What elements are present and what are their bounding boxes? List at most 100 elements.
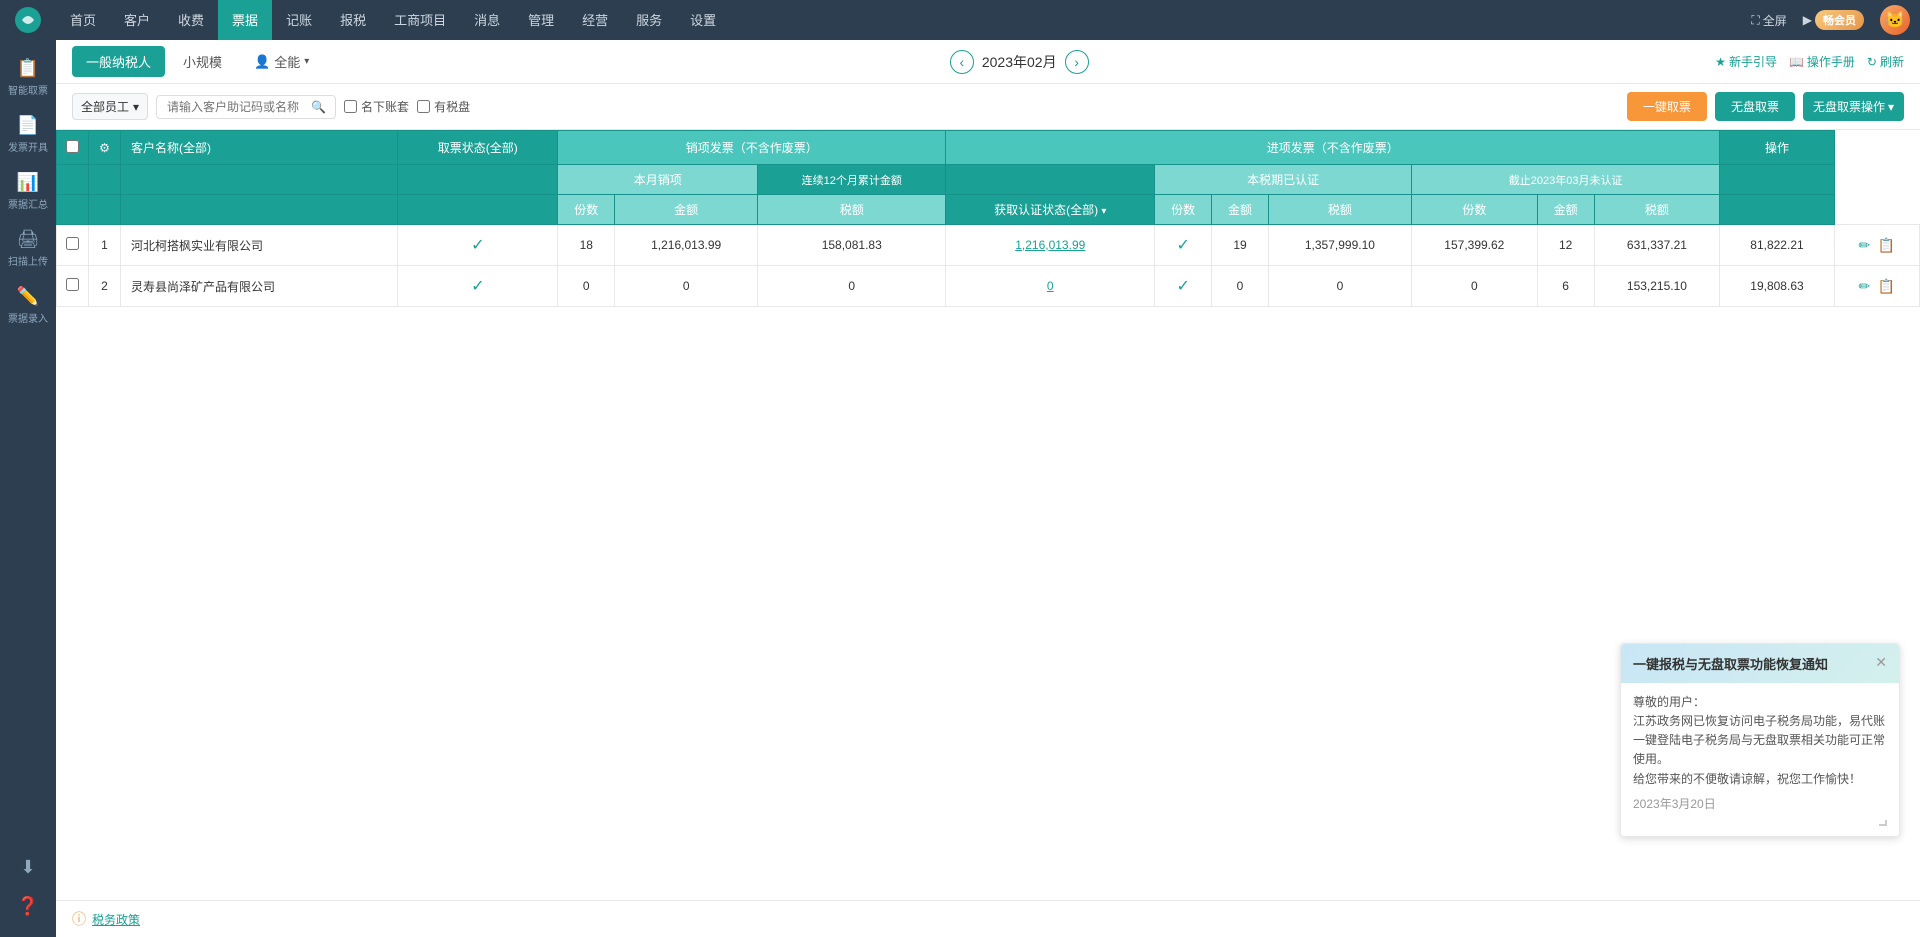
row-checkbox-2[interactable]: [66, 278, 79, 291]
th-action: 操作: [1720, 131, 1834, 165]
refresh-btn[interactable]: ↻ 刷新: [1867, 53, 1904, 70]
nav-service[interactable]: 服务: [622, 0, 676, 40]
guide-btn[interactable]: ★ 新手引导: [1715, 53, 1777, 70]
sidebar-item-smart-fetch[interactable]: 📋 智能取票: [2, 50, 54, 105]
nav-customer[interactable]: 客户: [110, 0, 164, 40]
invoice-summary-icon: 📊: [17, 172, 39, 193]
th-r3-3: [121, 195, 398, 225]
td-purchase-cert-amount-2: 0: [1268, 266, 1411, 307]
th-purchase-group: 进项发票（不含作废票）: [946, 131, 1720, 165]
edit-btn-1[interactable]: ✏: [1859, 237, 1871, 253]
toolbar: 全部员工 ▾ 🔍 名下账套 有税盘 一键取票 无盘取票 无盘取票操作 ▾: [56, 84, 1920, 130]
settings-icon[interactable]: ⚙: [99, 141, 110, 155]
th-r2-3: [121, 165, 398, 195]
table-row: 2 灵寿县尚泽矿产品有限公司 ✓ 0 0 0 0 ✓ 0 0 0 6 153,2…: [57, 266, 1920, 307]
th-r2-4: [398, 165, 558, 195]
view-btn-1[interactable]: 📋: [1878, 237, 1895, 253]
checkbox-account[interactable]: [344, 100, 357, 113]
nav-fee[interactable]: 收费: [164, 0, 218, 40]
fullscreen-btn[interactable]: ⛶ 全屏: [1751, 12, 1786, 29]
search-icon[interactable]: 🔍: [311, 100, 326, 114]
next-month-btn[interactable]: ›: [1065, 50, 1089, 74]
th-sales-tax: 税额: [758, 195, 946, 225]
th-cert-status-col: 获取认证状态(全部) ▾: [946, 195, 1155, 225]
nav-business[interactable]: 工商项目: [380, 0, 460, 40]
notification-title: 一键报税与无盘取票功能恢复通知: [1633, 654, 1828, 673]
checkbox-label-taxdisk[interactable]: 有税盘: [417, 98, 470, 115]
sidebar-item-invoice-entry[interactable]: ✏️ 票据录入: [2, 278, 54, 333]
sidebar-item-download[interactable]: ⬇: [2, 849, 54, 886]
notification-content: 尊敬的用户： 江苏政务网已恢复访问电子税务局功能，易代账一键登陆电子税务局与无盘…: [1633, 693, 1887, 789]
th-checkbox: [57, 131, 89, 165]
tab-general-taxpayer[interactable]: 一般纳税人: [72, 46, 165, 77]
chevron-down-icon: ▾: [1888, 100, 1894, 114]
th-r3-action: [1720, 195, 1834, 225]
employee-select[interactable]: 全部员工 ▾: [72, 93, 148, 120]
sidebar-item-scan-upload[interactable]: 🖨 扫描上传: [2, 221, 54, 276]
filter-icon[interactable]: ▾: [1101, 206, 1106, 217]
invoice-issue-icon: 📄: [17, 115, 39, 136]
sidebar-item-help[interactable]: ❓: [2, 888, 54, 925]
cumulative-link-1[interactable]: 1,216,013.99: [1015, 238, 1085, 252]
td-cumulative-2: 0: [946, 266, 1155, 307]
notification-header: 一键报税与无盘取票功能恢复通知 ✕: [1621, 644, 1899, 683]
no-disk-fetch-btn[interactable]: 无盘取票: [1715, 92, 1795, 121]
sidebar-item-invoice-issue[interactable]: 📄 发票开具: [2, 107, 54, 162]
status-icon-1: ✓: [471, 237, 484, 254]
nav-settings[interactable]: 设置: [676, 0, 730, 40]
view-btn-2[interactable]: 📋: [1878, 278, 1895, 294]
month-navigation: ‹ 2023年02月 ›: [950, 50, 1089, 74]
td-cumulative-1: 1,216,013.99: [946, 225, 1155, 266]
td-action-2: ✏ 📋: [1834, 266, 1919, 307]
td-checkbox-1: [57, 225, 89, 266]
search-input[interactable]: [167, 100, 307, 114]
td-purchase-uncert-amount-1: 631,337.21: [1594, 225, 1720, 266]
th-cumulative: 连续12个月累计金额: [758, 165, 946, 195]
th-purchase-cert-tax: 税额: [1268, 195, 1411, 225]
one-click-fetch-btn[interactable]: 一键取票: [1627, 92, 1707, 121]
th-purchase-cert-amount: 金额: [1212, 195, 1269, 225]
checkbox-taxdisk[interactable]: [417, 100, 430, 113]
manual-btn[interactable]: 📖 操作手册: [1789, 53, 1855, 70]
th-purchase-uncert-tax: 税额: [1594, 195, 1720, 225]
notification-body: 尊敬的用户： 江苏政务网已恢复访问电子税务局功能，易代账一键登陆电子税务局与无盘…: [1621, 683, 1899, 836]
td-no-2: 2: [89, 266, 121, 307]
cert-status-icon-1: ✓: [1176, 237, 1189, 254]
cumulative-link-2[interactable]: 0: [1047, 279, 1054, 293]
month-label: 2023年02月: [982, 52, 1057, 72]
avatar[interactable]: 🐱: [1880, 5, 1910, 35]
td-cert-status-1: ✓: [1155, 225, 1212, 266]
logo[interactable]: [10, 2, 46, 38]
nav-operation[interactable]: 经营: [568, 0, 622, 40]
nav-manage[interactable]: 管理: [514, 0, 568, 40]
td-name-2: 灵寿县尚泽矿产品有限公司: [121, 266, 398, 307]
nav-tax[interactable]: 报税: [326, 0, 380, 40]
tax-policy-link[interactable]: 税务政策: [92, 911, 140, 928]
select-all-checkbox[interactable]: [66, 140, 79, 153]
nav-invoice[interactable]: 票据: [218, 0, 272, 40]
scroll-down-indicator[interactable]: [1879, 820, 1887, 826]
no-disk-fetch-dropdown-btn[interactable]: 无盘取票操作 ▾: [1803, 92, 1904, 121]
notification-close-btn[interactable]: ✕: [1875, 654, 1887, 671]
edit-btn-2[interactable]: ✏: [1859, 278, 1871, 294]
vip-btn[interactable]: ▶ 畅会员: [1803, 10, 1864, 30]
checkbox-label-account[interactable]: 名下账套: [344, 98, 409, 115]
row-checkbox-1[interactable]: [66, 237, 79, 250]
th-purchase-cert-count: 份数: [1155, 195, 1212, 225]
cert-status-icon-2: ✓: [1176, 278, 1189, 295]
tab-all[interactable]: 👤 全能 ▾: [240, 46, 323, 77]
td-sales-amount-2: 0: [615, 266, 758, 307]
th-purchase-uncert-count: 份数: [1411, 195, 1537, 225]
table-row: 1 河北柯搭枫实业有限公司 ✓ 18 1,216,013.99 158,081.…: [57, 225, 1920, 266]
prev-month-btn[interactable]: ‹: [950, 50, 974, 74]
scan-upload-icon: 🖨: [17, 229, 40, 250]
tab-small-scale[interactable]: 小规模: [169, 46, 236, 77]
nav-accounting[interactable]: 记账: [272, 0, 326, 40]
td-sales-amount-1: 1,216,013.99: [615, 225, 758, 266]
sidebar-item-invoice-summary[interactable]: 📊 票据汇总: [2, 164, 54, 219]
nav-home[interactable]: 首页: [56, 0, 110, 40]
th-settings: ⚙: [89, 131, 121, 165]
nav-message[interactable]: 消息: [460, 0, 514, 40]
th-cert-status: [946, 165, 1155, 195]
th-customer-name: 客户名称(全部): [121, 131, 398, 165]
